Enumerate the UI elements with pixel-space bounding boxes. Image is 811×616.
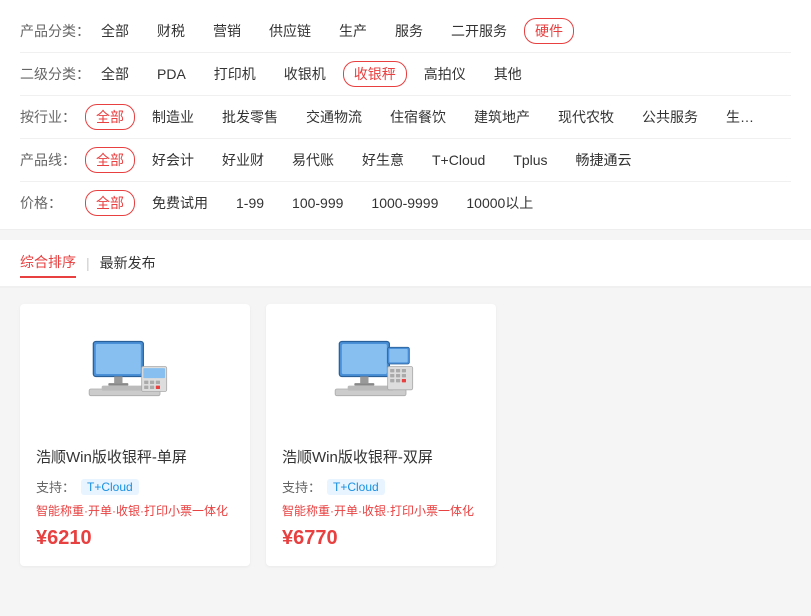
industry-construction[interactable]: 建筑地产: [463, 104, 541, 130]
subcategory-other[interactable]: 其他: [483, 61, 533, 87]
price-label: 价格：: [20, 193, 85, 213]
product-card-2[interactable]: 浩顺Win版收银秤-双屏 支持： T+Cloud 智能称重·开单·收银·打印小票…: [266, 304, 496, 566]
sort-bar: 综合排序 | 最新发布: [0, 240, 811, 288]
product-line-yidaizhang[interactable]: 易代账: [281, 147, 345, 173]
product-line-haoshengyi[interactable]: 好生意: [351, 147, 415, 173]
category-items: 全部 财税 营销 供应链 生产 服务 二开服务 硬件: [90, 18, 574, 44]
industry-filter-row: 按行业： 全部 制造业 批发零售 交通物流 住宿餐饮 建筑地产 现代农牧 公共服…: [20, 96, 791, 139]
industry-manufacturing[interactable]: 制造业: [141, 104, 205, 130]
product-image-svg-1: [85, 334, 185, 424]
category-marketing[interactable]: 营销: [202, 18, 252, 44]
product-card-1[interactable]: 浩顺Win版收银秤-单屏 支持： T+Cloud 智能称重·开单·收银·打印小票…: [20, 304, 250, 566]
industry-label: 按行业：: [20, 107, 85, 127]
product-line-items: 全部 好会计 好业财 易代账 好生意 T+Cloud Tplus 畅捷通云: [85, 147, 643, 173]
price-1-99[interactable]: 1-99: [225, 192, 275, 214]
price-free[interactable]: 免费试用: [141, 190, 219, 216]
filter-section: 产品分类： 全部 财税 营销 供应链 生产 服务 二开服务 硬件 二级分类： 全…: [0, 0, 811, 230]
subcategory-cashier[interactable]: 收银机: [273, 61, 337, 87]
sort-comprehensive[interactable]: 综合排序: [20, 248, 76, 278]
product-line-tcloud[interactable]: T+Cloud: [421, 149, 496, 171]
product-support-label-1: 支持：: [36, 477, 75, 496]
category-supply-chain[interactable]: 供应链: [258, 18, 322, 44]
product-line-haoyecai[interactable]: 好业财: [211, 147, 275, 173]
subcategory-label: 二级分类：: [20, 64, 90, 84]
sort-latest[interactable]: 最新发布: [100, 249, 156, 277]
industry-public[interactable]: 公共服务: [631, 104, 709, 130]
subcategory-items: 全部 PDA 打印机 收银机 收银秤 高拍仪 其他: [90, 61, 533, 87]
products-area: 浩顺Win版收银秤-单屏 支持： T+Cloud 智能称重·开单·收银·打印小票…: [0, 288, 811, 582]
category-production[interactable]: 生产: [328, 18, 378, 44]
product-line-changjietong[interactable]: 畅捷通云: [565, 147, 643, 173]
price-1000-9999[interactable]: 1000-9999: [360, 192, 449, 214]
product-line-all[interactable]: 全部: [85, 147, 135, 173]
product-title-2: 浩顺Win版收银秤-双屏: [282, 446, 480, 467]
product-title-1: 浩顺Win版收银秤-单屏: [36, 446, 234, 467]
industry-agriculture[interactable]: 现代农牧: [547, 104, 625, 130]
industry-hospitality[interactable]: 住宿餐饮: [379, 104, 457, 130]
product-support-badge-1: T+Cloud: [81, 479, 139, 495]
product-support-2: 支持： T+Cloud: [282, 477, 480, 496]
product-support-label-2: 支持：: [282, 477, 321, 496]
industry-more[interactable]: 生…: [715, 104, 765, 130]
category-service[interactable]: 服务: [384, 18, 434, 44]
subcategory-filter-row: 二级分类： 全部 PDA 打印机 收银机 收银秤 高拍仪 其他: [20, 53, 791, 96]
subcategory-printer[interactable]: 打印机: [203, 61, 267, 87]
product-desc-2: 智能称重·开单·收银·打印小票一体化: [282, 502, 480, 519]
price-100-999[interactable]: 100-999: [281, 192, 354, 214]
industry-items: 全部 制造业 批发零售 交通物流 住宿餐饮 建筑地产 现代农牧 公共服务 生…: [85, 104, 765, 130]
category-finance[interactable]: 财税: [146, 18, 196, 44]
subcategory-scale[interactable]: 收银秤: [343, 61, 407, 87]
price-all[interactable]: 全部: [85, 190, 135, 216]
product-price-1: ¥6210: [36, 527, 234, 550]
category-label: 产品分类：: [20, 21, 90, 41]
product-line-haokuai[interactable]: 好会计: [141, 147, 205, 173]
product-support-1: 支持： T+Cloud: [36, 477, 234, 496]
category-all[interactable]: 全部: [90, 18, 140, 44]
subcategory-all[interactable]: 全部: [90, 61, 140, 87]
product-line-label: 产品线：: [20, 150, 85, 170]
product-image-1: [36, 324, 234, 434]
price-filter-row: 价格： 全部 免费试用 1-99 100-999 1000-9999 10000…: [20, 182, 791, 224]
product-line-filter-row: 产品线： 全部 好会计 好业财 易代账 好生意 T+Cloud Tplus 畅捷…: [20, 139, 791, 182]
industry-wholesale[interactable]: 批发零售: [211, 104, 289, 130]
price-items: 全部 免费试用 1-99 100-999 1000-9999 10000以上: [85, 190, 544, 216]
category-hardware[interactable]: 硬件: [524, 18, 574, 44]
subcategory-pda[interactable]: PDA: [146, 63, 197, 85]
price-10000plus[interactable]: 10000以上: [455, 190, 544, 216]
category-filter-row: 产品分类： 全部 财税 营销 供应链 生产 服务 二开服务 硬件: [20, 10, 791, 53]
product-image-svg-2: [331, 334, 431, 424]
industry-all[interactable]: 全部: [85, 104, 135, 130]
subcategory-highcam[interactable]: 高拍仪: [413, 61, 477, 87]
product-image-2: [282, 324, 480, 434]
category-open-service[interactable]: 二开服务: [440, 18, 518, 44]
sort-divider: |: [86, 255, 90, 271]
product-support-badge-2: T+Cloud: [327, 479, 385, 495]
industry-logistics[interactable]: 交通物流: [295, 104, 373, 130]
product-desc-1: 智能称重·开单·收银·打印小票一体化: [36, 502, 234, 519]
product-price-2: ¥6770: [282, 527, 480, 550]
product-line-tplus[interactable]: Tplus: [502, 149, 558, 171]
